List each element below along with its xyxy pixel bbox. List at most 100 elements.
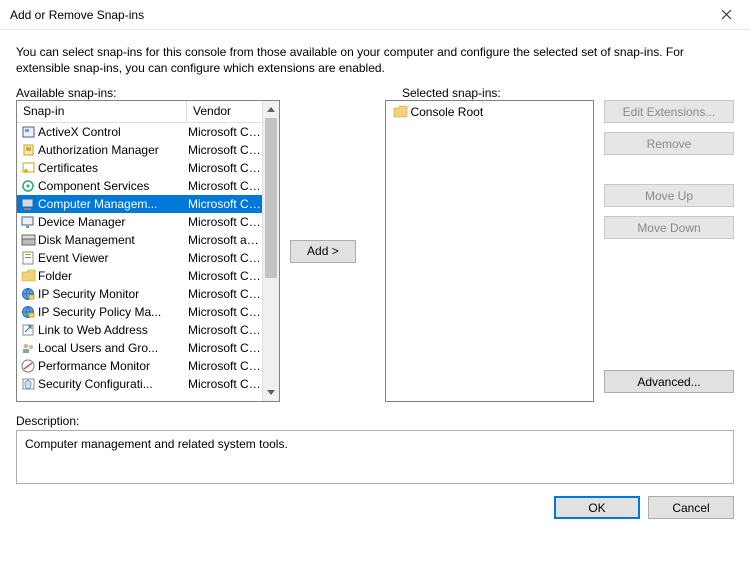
description-label: Description: <box>16 414 734 428</box>
tree-item-label: Console Root <box>410 105 483 119</box>
item-vendor: Microsoft Corp... <box>188 341 263 355</box>
section-labels: Available snap-ins: Selected snap-ins: <box>16 86 734 100</box>
col-snapin[interactable]: Snap-in <box>17 101 187 122</box>
item-name: Performance Monitor <box>38 359 188 373</box>
titlebar: Add or Remove Snap-ins <box>0 0 750 30</box>
dialog-content: You can select snap-ins for this console… <box>0 30 750 570</box>
right-button-column: Edit Extensions... Remove Move Up Move D… <box>594 100 734 402</box>
activex-icon <box>20 124 38 140</box>
component-icon <box>20 178 38 194</box>
list-item[interactable]: Disk ManagementMicrosoft and ... <box>17 231 279 249</box>
item-name: Component Services <box>38 179 188 193</box>
list-item[interactable]: Component ServicesMicrosoft Corp... <box>17 177 279 195</box>
item-name: IP Security Policy Ma... <box>38 305 188 319</box>
item-name: Device Manager <box>38 215 188 229</box>
item-vendor: Microsoft and ... <box>188 233 263 247</box>
close-button[interactable] <box>711 5 742 24</box>
add-button[interactable]: Add > <box>290 240 356 263</box>
footer-buttons: OK Cancel <box>16 496 734 519</box>
list-item[interactable]: Security Configurati...Microsoft Corp... <box>17 375 279 393</box>
list-item[interactable]: Link to Web AddressMicrosoft Corp... <box>17 321 279 339</box>
item-name: Event Viewer <box>38 251 188 265</box>
item-name: ActiveX Control <box>38 125 188 139</box>
cancel-button[interactable]: Cancel <box>648 496 734 519</box>
item-vendor: Microsoft Corp... <box>188 287 263 301</box>
available-scrollbar[interactable] <box>262 101 279 401</box>
list-item[interactable]: Event ViewerMicrosoft Corp... <box>17 249 279 267</box>
item-name: Link to Web Address <box>38 323 188 337</box>
item-vendor: Microsoft Corp... <box>188 143 263 157</box>
folder-icon <box>20 268 38 284</box>
item-name: Local Users and Gro... <box>38 341 188 355</box>
item-vendor: Microsoft Corp... <box>188 197 263 211</box>
advanced-button[interactable]: Advanced... <box>604 370 734 393</box>
perf-icon <box>20 358 38 374</box>
item-vendor: Microsoft Corp... <box>188 269 263 283</box>
scroll-thumb[interactable] <box>265 118 277 278</box>
col-vendor[interactable]: Vendor <box>187 101 267 122</box>
item-name: Authorization Manager <box>38 143 188 157</box>
ipsec-icon <box>20 286 38 302</box>
item-vendor: Microsoft Corp... <box>188 251 263 265</box>
list-item[interactable]: IP Security MonitorMicrosoft Corp... <box>17 285 279 303</box>
item-name: Disk Management <box>38 233 188 247</box>
item-vendor: Microsoft Corp... <box>188 161 263 175</box>
item-name: Computer Managem... <box>38 197 188 211</box>
ipsec-icon <box>20 304 38 320</box>
ok-button[interactable]: OK <box>554 496 640 519</box>
item-vendor: Microsoft Corp... <box>188 305 263 319</box>
item-vendor: Microsoft Corp... <box>188 125 263 139</box>
selected-list[interactable]: Console Root <box>385 100 594 402</box>
scroll-up-button[interactable] <box>263 101 279 118</box>
folder-icon <box>392 104 410 120</box>
available-label: Available snap-ins: <box>16 86 296 100</box>
list-item[interactable]: Device ManagerMicrosoft Corp... <box>17 213 279 231</box>
users-icon <box>20 340 38 356</box>
list-item[interactable]: IP Security Policy Ma...Microsoft Corp..… <box>17 303 279 321</box>
item-vendor: Microsoft Corp... <box>188 215 263 229</box>
event-icon <box>20 250 38 266</box>
scroll-down-button[interactable] <box>263 384 279 401</box>
scroll-track[interactable] <box>263 118 279 384</box>
item-name: Security Configurati... <box>38 377 188 391</box>
item-name: Folder <box>38 269 188 283</box>
item-name: IP Security Monitor <box>38 287 188 301</box>
dialog-window: Add or Remove Snap-ins You can select sn… <box>0 0 750 570</box>
description-box: Computer management and related system t… <box>16 430 734 484</box>
security-icon <box>20 376 38 392</box>
item-name: Certificates <box>38 161 188 175</box>
edit-extensions-button[interactable]: Edit Extensions... <box>604 100 734 123</box>
computer-icon <box>20 196 38 212</box>
remove-button[interactable]: Remove <box>604 132 734 155</box>
list-item[interactable]: FolderMicrosoft Corp... <box>17 267 279 285</box>
middle-column: Add > <box>280 100 365 402</box>
move-up-button[interactable]: Move Up <box>604 184 734 207</box>
device-icon <box>20 214 38 230</box>
list-item[interactable]: Local Users and Gro...Microsoft Corp... <box>17 339 279 357</box>
description-text: Computer management and related system t… <box>25 437 288 451</box>
available-list[interactable]: Snap-in Vendor ActiveX ControlMicrosoft … <box>16 100 280 402</box>
item-vendor: Microsoft Corp... <box>188 323 263 337</box>
authz-icon <box>20 142 38 158</box>
tree-item[interactable]: Console Root <box>388 103 591 121</box>
list-item[interactable]: ActiveX ControlMicrosoft Corp... <box>17 123 279 141</box>
selected-label: Selected snap-ins: <box>402 86 612 100</box>
item-vendor: Microsoft Corp... <box>188 359 263 373</box>
available-header-row: Snap-in Vendor <box>17 101 279 123</box>
chevron-up-icon <box>267 107 275 112</box>
close-icon <box>721 9 732 20</box>
list-item[interactable]: Authorization ManagerMicrosoft Corp... <box>17 141 279 159</box>
item-vendor: Microsoft Corp... <box>188 377 263 391</box>
item-vendor: Microsoft Corp... <box>188 179 263 193</box>
list-item[interactable]: CertificatesMicrosoft Corp... <box>17 159 279 177</box>
list-item[interactable]: Computer Managem...Microsoft Corp... <box>17 195 279 213</box>
intro-text: You can select snap-ins for this console… <box>16 44 734 76</box>
link-icon <box>20 322 38 338</box>
main-row: Snap-in Vendor ActiveX ControlMicrosoft … <box>16 100 734 402</box>
move-down-button[interactable]: Move Down <box>604 216 734 239</box>
list-item[interactable]: Performance MonitorMicrosoft Corp... <box>17 357 279 375</box>
cert-icon <box>20 160 38 176</box>
window-title: Add or Remove Snap-ins <box>10 8 711 22</box>
disk-icon <box>20 232 38 248</box>
chevron-down-icon <box>267 390 275 395</box>
